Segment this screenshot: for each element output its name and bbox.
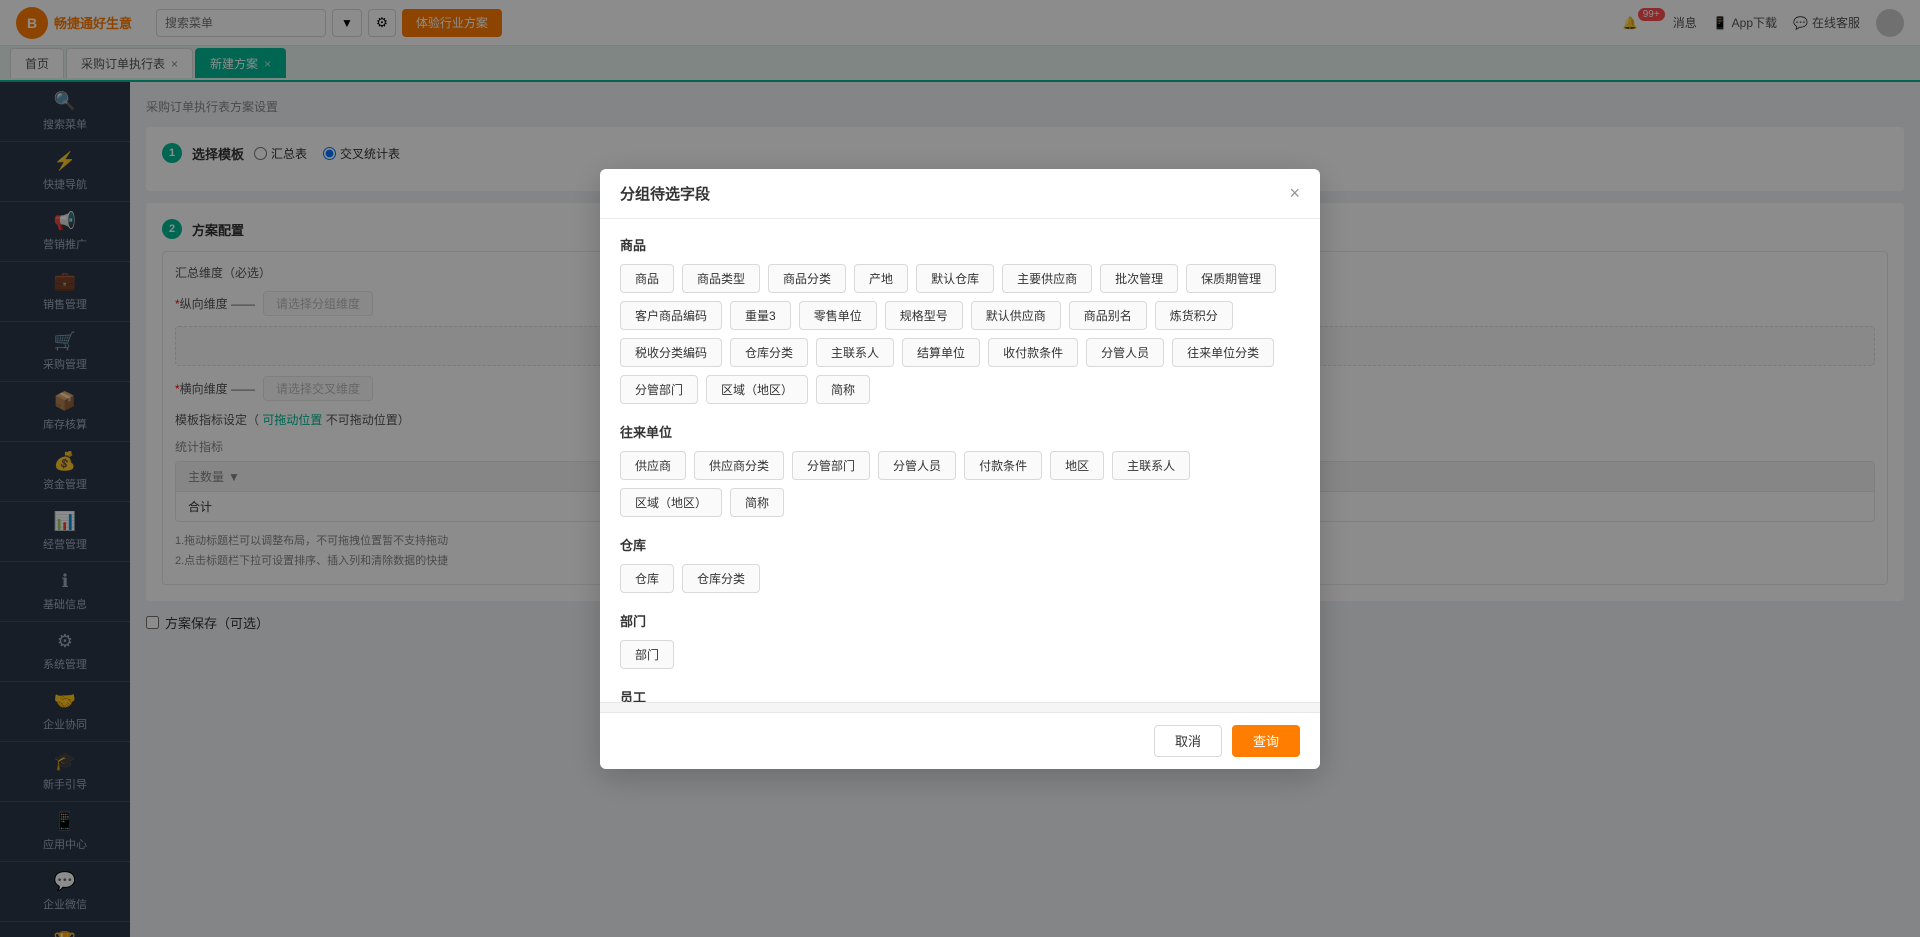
field-item-1-7[interactable]: 区域（地区） [620, 488, 722, 517]
field-item-0-9[interactable]: 重量3 [730, 301, 791, 330]
field-item-1-5[interactable]: 地区 [1050, 451, 1104, 480]
field-item-0-21[interactable]: 往来单位分类 [1172, 338, 1274, 367]
field-item-0-8[interactable]: 客户商品编码 [620, 301, 722, 330]
field-item-1-3[interactable]: 分管人员 [878, 451, 956, 480]
field-group-title-4: 员工 [620, 687, 1300, 703]
field-item-0-6[interactable]: 批次管理 [1100, 264, 1178, 293]
field-item-1-4[interactable]: 付款条件 [964, 451, 1042, 480]
confirm-button[interactable]: 查询 [1232, 725, 1300, 757]
field-group-3: 部门部门 [620, 611, 1300, 669]
field-item-2-0[interactable]: 仓库 [620, 564, 674, 593]
modal-footer: 取消 查询 [600, 712, 1320, 769]
modal-header: 分组待选字段 × [600, 169, 1320, 219]
field-group-title-2: 仓库 [620, 535, 1300, 554]
field-item-3-0[interactable]: 部门 [620, 640, 674, 669]
field-item-0-2[interactable]: 商品分类 [768, 264, 846, 293]
field-items-3: 部门 [620, 640, 1300, 669]
field-item-0-13[interactable]: 商品别名 [1069, 301, 1147, 330]
field-items-0: 商品商品类型商品分类产地默认仓库主要供应商批次管理保质期管理客户商品编码重量3 零… [620, 264, 1300, 404]
field-item-0-22[interactable]: 分管部门 [620, 375, 698, 404]
field-item-0-3[interactable]: 产地 [854, 264, 908, 293]
cancel-button[interactable]: 取消 [1154, 725, 1222, 757]
field-item-0-17[interactable]: 主联系人 [816, 338, 894, 367]
field-item-0-19[interactable]: 收付款条件 [988, 338, 1078, 367]
modal-overlay: 分组待选字段 × 商品商品商品类型商品分类产地默认仓库主要供应商批次管理保质期管… [0, 0, 1920, 937]
field-item-0-1[interactable]: 商品类型 [682, 264, 760, 293]
modal-hscroll[interactable] [600, 702, 1320, 711]
field-group-4: 员工业务员 [620, 687, 1300, 703]
field-item-0-23[interactable]: 区域（地区） [706, 375, 808, 404]
field-item-0-12[interactable]: 默认供应商 [971, 301, 1061, 330]
field-item-0-18[interactable]: 结算单位 [902, 338, 980, 367]
field-item-2-1[interactable]: 仓库分类 [682, 564, 760, 593]
field-items-2: 仓库仓库分类 [620, 564, 1300, 593]
modal-title: 分组待选字段 [620, 183, 710, 204]
field-item-1-2[interactable]: 分管部门 [792, 451, 870, 480]
field-item-1-0[interactable]: 供应商 [620, 451, 686, 480]
field-group-0: 商品商品商品类型商品分类产地默认仓库主要供应商批次管理保质期管理客户商品编码重量… [620, 235, 1300, 404]
field-group-1: 往来单位供应商供应商分类分管部门分管人员付款条件地区主联系人区域（地区） 简称 [620, 422, 1300, 517]
field-item-0-10[interactable]: 零售单位 [799, 301, 877, 330]
field-item-0-15[interactable]: 税收分类编码 [620, 338, 722, 367]
field-item-0-5[interactable]: 主要供应商 [1002, 264, 1092, 293]
field-item-0-14[interactable]: 炼货积分 [1155, 301, 1233, 330]
field-item-1-1[interactable]: 供应商分类 [694, 451, 784, 480]
field-select-modal: 分组待选字段 × 商品商品商品类型商品分类产地默认仓库主要供应商批次管理保质期管… [600, 169, 1320, 769]
field-item-0-16[interactable]: 仓库分类 [730, 338, 808, 367]
field-items-1: 供应商供应商分类分管部门分管人员付款条件地区主联系人区域（地区） 简称 [620, 451, 1300, 517]
field-group-2: 仓库仓库仓库分类 [620, 535, 1300, 593]
field-item-0-7[interactable]: 保质期管理 [1186, 264, 1276, 293]
field-item-0-4[interactable]: 默认仓库 [916, 264, 994, 293]
modal-body: 商品商品商品类型商品分类产地默认仓库主要供应商批次管理保质期管理客户商品编码重量… [600, 219, 1320, 703]
modal-close-btn[interactable]: × [1289, 183, 1300, 204]
field-item-0-0[interactable]: 商品 [620, 264, 674, 293]
field-group-title-1: 往来单位 [620, 422, 1300, 441]
field-item-1-6[interactable]: 主联系人 [1112, 451, 1190, 480]
field-item-0-20[interactable]: 分管人员 [1086, 338, 1164, 367]
field-group-title-0: 商品 [620, 235, 1300, 254]
field-item-0-11[interactable]: 规格型号 [885, 301, 963, 330]
field-item-1-8[interactable]: 简称 [730, 488, 784, 517]
field-item-0-24[interactable]: 简称 [816, 375, 870, 404]
field-group-title-3: 部门 [620, 611, 1300, 630]
